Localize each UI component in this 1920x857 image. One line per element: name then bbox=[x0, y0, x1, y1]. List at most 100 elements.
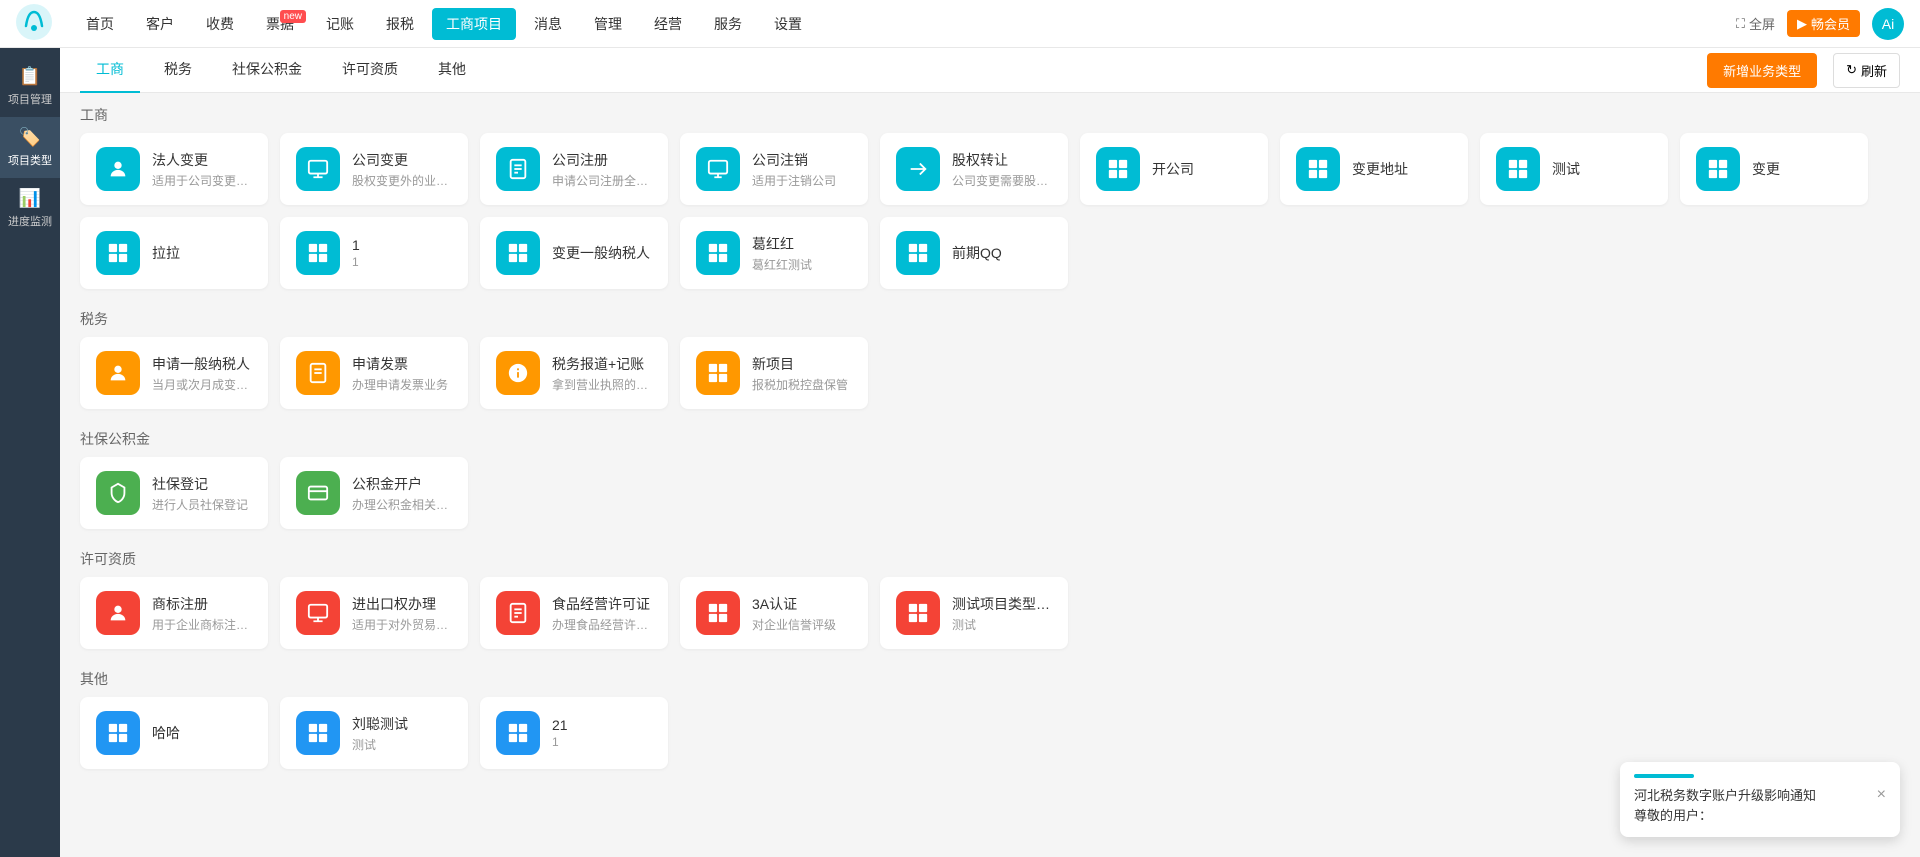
card-3A认证[interactable]: 3A认证对企业信誉评级 bbox=[680, 577, 868, 649]
cards-grid: 商标注册用于企业商标注册服务进出口权办理适用于对外贸易经营者食品经营许可证办理食… bbox=[80, 577, 1900, 649]
card-desc: 拿到营业执照的新公司 bbox=[552, 376, 652, 393]
sub-tab-工商[interactable]: 工商 bbox=[80, 47, 140, 93]
card-icon bbox=[96, 591, 140, 635]
card-变更地址[interactable]: 变更地址 bbox=[1280, 133, 1468, 205]
sub-tab-社保公积金[interactable]: 社保公积金 bbox=[216, 47, 318, 93]
card-title: 测试项目类型自定义 bbox=[952, 594, 1052, 614]
card-测试项目类型自定义[interactable]: 测试项目类型自定义测试 bbox=[880, 577, 1068, 649]
card-21[interactable]: 211 bbox=[480, 697, 668, 769]
card-desc: 适用于公司变更法人 bbox=[152, 172, 252, 189]
card-进出口权办理[interactable]: 进出口权办理适用于对外贸易经营者 bbox=[280, 577, 468, 649]
card-变更[interactable]: 变更 bbox=[1680, 133, 1868, 205]
card-变更一般纳税人[interactable]: 变更一般纳税人 bbox=[480, 217, 668, 289]
card-title: 社保登记 bbox=[152, 474, 252, 494]
card-1[interactable]: 11 bbox=[280, 217, 468, 289]
avatar[interactable]: Ai bbox=[1872, 8, 1904, 40]
card-公司变更[interactable]: 公司变更股权变更外的业务变更 bbox=[280, 133, 468, 205]
nav-item-设置[interactable]: 设置 bbox=[760, 8, 816, 40]
member-button[interactable]: ▶ 畅会员 bbox=[1787, 10, 1860, 37]
logo[interactable] bbox=[16, 4, 56, 44]
card-公积金开户[interactable]: 公积金开户办理公积金相关业务 bbox=[280, 457, 468, 529]
card-拉拉[interactable]: 拉拉 bbox=[80, 217, 268, 289]
card-desc: 1 bbox=[552, 735, 652, 749]
section-税务: 税务申请一般纳税人当月或次月成变更完成申请发票办理申请发票业务税务报道+记账拿到… bbox=[80, 297, 1900, 409]
card-title: 拉拉 bbox=[152, 243, 252, 263]
card-title: 葛红红 bbox=[752, 234, 852, 254]
card-测试[interactable]: 测试 bbox=[1480, 133, 1668, 205]
card-icon bbox=[496, 591, 540, 635]
section-title: 税务 bbox=[80, 297, 1900, 337]
notification-panel: 河北税务数字账户升级影响通知 尊敬的用户： × bbox=[1620, 762, 1900, 837]
card-icon bbox=[696, 147, 740, 191]
section-title: 许可资质 bbox=[80, 537, 1900, 577]
nav-item-票据[interactable]: 票据new bbox=[252, 8, 308, 40]
card-title: 进出口权办理 bbox=[352, 594, 452, 614]
section-title: 其他 bbox=[80, 657, 1900, 697]
nav-item-消息[interactable]: 消息 bbox=[520, 8, 576, 40]
card-desc: 测试 bbox=[952, 616, 1052, 633]
card-食品经营许可证[interactable]: 食品经营许可证办理食品经营许可证 bbox=[480, 577, 668, 649]
card-title: 前期QQ bbox=[952, 243, 1052, 263]
card-desc: 1 bbox=[352, 255, 452, 269]
nav-item-经营[interactable]: 经营 bbox=[640, 8, 696, 40]
notification-close-button[interactable]: × bbox=[1877, 786, 1886, 804]
card-社保登记[interactable]: 社保登记进行人员社保登记 bbox=[80, 457, 268, 529]
card-icon bbox=[896, 147, 940, 191]
nav-item-首页[interactable]: 首页 bbox=[72, 8, 128, 40]
card-desc: 办理申请发票业务 bbox=[352, 376, 452, 393]
sub-tab-税务[interactable]: 税务 bbox=[148, 47, 208, 93]
nav-item-客户[interactable]: 客户 bbox=[132, 8, 188, 40]
card-葛红红[interactable]: 葛红红葛红红测试 bbox=[680, 217, 868, 289]
sidebar: 📋项目管理🏷️项目类型📊进度监测 bbox=[0, 48, 60, 857]
card-前期QQ[interactable]: 前期QQ bbox=[880, 217, 1068, 289]
card-申请发票[interactable]: 申请发票办理申请发票业务 bbox=[280, 337, 468, 409]
sub-tab-许可资质[interactable]: 许可资质 bbox=[326, 47, 414, 93]
add-business-type-button[interactable]: 新增业务类型 bbox=[1707, 53, 1817, 88]
card-申请一般纳税人[interactable]: 申请一般纳税人当月或次月成变更完成 bbox=[80, 337, 268, 409]
nav-item-服务[interactable]: 服务 bbox=[700, 8, 756, 40]
sub-tab-其他[interactable]: 其他 bbox=[422, 47, 482, 93]
section-许可资质: 许可资质商标注册用于企业商标注册服务进出口权办理适用于对外贸易经营者食品经营许可… bbox=[80, 537, 1900, 649]
card-title: 变更一般纳税人 bbox=[552, 243, 652, 263]
card-新项目[interactable]: 新项目报税加税控盘保管 bbox=[680, 337, 868, 409]
card-刘聪测试[interactable]: 刘聪测试测试 bbox=[280, 697, 468, 769]
card-icon bbox=[296, 471, 340, 515]
nav-item-管理[interactable]: 管理 bbox=[580, 8, 636, 40]
card-desc: 适用于注销公司 bbox=[752, 172, 852, 189]
refresh-button[interactable]: ↻ 刷新 bbox=[1833, 53, 1900, 88]
nav-item-收费[interactable]: 收费 bbox=[192, 8, 248, 40]
nav-item-记账[interactable]: 记账 bbox=[312, 8, 368, 40]
card-title: 哈哈 bbox=[152, 723, 252, 743]
card-税务报道+记账[interactable]: 税务报道+记账拿到营业执照的新公司 bbox=[480, 337, 668, 409]
card-公司注销[interactable]: 公司注销适用于注销公司 bbox=[680, 133, 868, 205]
card-icon bbox=[96, 351, 140, 395]
card-icon bbox=[296, 147, 340, 191]
sidebar-item-项目管理[interactable]: 📋项目管理 bbox=[0, 56, 60, 117]
card-公司注册[interactable]: 公司注册申请公司注册全流程 bbox=[480, 133, 668, 205]
notification-bar bbox=[1634, 774, 1694, 778]
card-股权转让[interactable]: 股权转让公司变更需要股权转让 bbox=[880, 133, 1068, 205]
section-社保公积金: 社保公积金社保登记进行人员社保登记公积金开户办理公积金相关业务 bbox=[80, 417, 1900, 529]
fullscreen-button[interactable]: ⛶ 全屏 bbox=[1736, 14, 1775, 33]
card-开公司[interactable]: 开公司 bbox=[1080, 133, 1268, 205]
card-title: 变更 bbox=[1752, 159, 1852, 179]
sidebar-icon: 📊 bbox=[19, 188, 41, 209]
nav-item-报税[interactable]: 报税 bbox=[372, 8, 428, 40]
card-icon bbox=[696, 351, 740, 395]
card-哈哈[interactable]: 哈哈 bbox=[80, 697, 268, 769]
card-icon bbox=[1696, 147, 1740, 191]
card-商标注册[interactable]: 商标注册用于企业商标注册服务 bbox=[80, 577, 268, 649]
nav-menu: 首页客户收费票据new记账报税工商项目消息管理经营服务设置 bbox=[72, 8, 1736, 40]
nav-item-工商项目[interactable]: 工商项目 bbox=[432, 8, 516, 40]
notification-text: 河北税务数字账户升级影响通知 尊敬的用户： bbox=[1634, 786, 1869, 825]
section-工商: 工商法人变更适用于公司变更法人公司变更股权变更外的业务变更公司注册申请公司注册全… bbox=[80, 93, 1900, 289]
sidebar-item-进度监测[interactable]: 📊进度监测 bbox=[0, 178, 60, 239]
card-icon bbox=[296, 711, 340, 755]
card-title: 开公司 bbox=[1152, 159, 1252, 179]
card-icon bbox=[496, 711, 540, 755]
card-icon bbox=[1096, 147, 1140, 191]
card-title: 公司变更 bbox=[352, 150, 452, 170]
card-title: 股权转让 bbox=[952, 150, 1052, 170]
sidebar-item-项目类型[interactable]: 🏷️项目类型 bbox=[0, 117, 60, 178]
card-法人变更[interactable]: 法人变更适用于公司变更法人 bbox=[80, 133, 268, 205]
